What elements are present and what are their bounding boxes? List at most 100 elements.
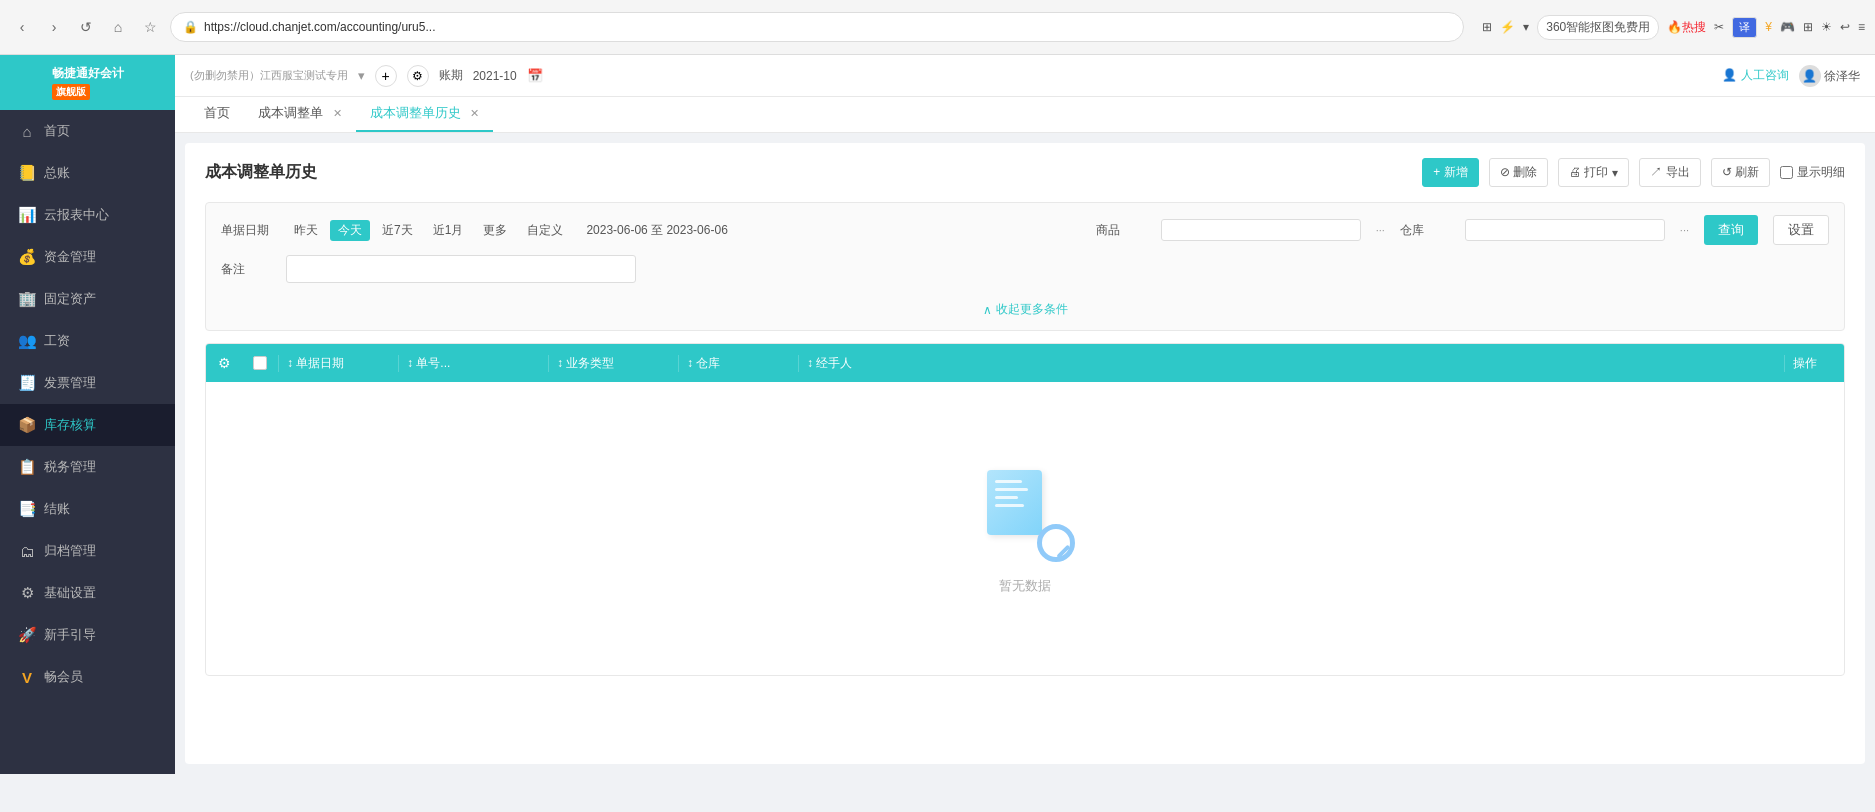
lightning-icon[interactable]: ⚡ (1500, 20, 1515, 34)
show-col-checkbox-input[interactable] (1780, 166, 1793, 179)
print-btn[interactable]: 🖨 打印 ▾ (1558, 158, 1629, 187)
undo-icon[interactable]: ↩ (1840, 20, 1850, 34)
goods-more-btn[interactable]: ··· (1376, 224, 1385, 236)
add-period-btn[interactable]: + (375, 65, 397, 87)
sidebar-item-settle[interactable]: 📑 结账 (0, 488, 175, 530)
sidebar-label-guide: 新手引导 (44, 626, 96, 644)
company-notice: (勿删勿禁用）江西服宝测试专用 (190, 68, 348, 83)
filter-row-1: 单据日期 昨天 今天 近7天 近1月 更多 自定义 2023-06-06 至 2… (221, 215, 1829, 245)
apps-icon[interactable]: ⊞ (1803, 20, 1813, 34)
scissors-icon[interactable]: ✂ (1714, 20, 1724, 34)
sidebar-item-settings[interactable]: ⚙ 基础设置 (0, 572, 175, 614)
shortcut-1month[interactable]: 近1月 (425, 220, 472, 241)
sidebar-item-finance[interactable]: 💰 资金管理 (0, 236, 175, 278)
home-button[interactable]: ⌂ (106, 15, 130, 39)
star-button[interactable]: ☆ (138, 15, 162, 39)
col-date[interactable]: ↕ 单据日期 (278, 355, 398, 372)
calendar-icon[interactable]: 📅 (527, 68, 543, 83)
col-no-label: ↕ 单号... (407, 355, 450, 372)
col-warehouse[interactable]: ↕ 仓库 (678, 355, 798, 372)
search-label[interactable]: 360智能抠图免费用 (1537, 15, 1659, 40)
sidebar-item-assets[interactable]: 🏢 固定资产 (0, 278, 175, 320)
sidebar-logo[interactable]: 畅捷通好会计 旗舰版 (0, 55, 175, 110)
url-text: https://cloud.chanjet.com/accounting/uru… (204, 20, 435, 34)
warehouse-input[interactable] (1465, 219, 1665, 241)
delete-btn[interactable]: ⊘ 删除 (1489, 158, 1548, 187)
sidebar-item-stock[interactable]: 📦 库存核算 (0, 404, 175, 446)
empty-state: 暂无数据 (206, 382, 1844, 675)
stock-icon: 📦 (18, 416, 36, 434)
date-range: 2023-06-06 至 2023-06-06 (586, 222, 727, 239)
set-btn[interactable]: 设置 (1773, 215, 1829, 245)
print-label: 🖨 打印 (1569, 164, 1608, 181)
page-title: 成本调整单历史 (205, 162, 317, 183)
show-col-toggle[interactable]: 显示明细 (1780, 164, 1845, 181)
brightness-icon[interactable]: ☀ (1821, 20, 1832, 34)
tab-close-adjust[interactable]: ✕ (333, 107, 342, 119)
shortcut-today[interactable]: 今天 (330, 220, 370, 241)
main-layout: 畅捷通好会计 旗舰版 ⌂ 首页 📒 总账 📊 云报表中心 💰 资金管理 🏢 固定… (0, 55, 1875, 774)
shortcut-custom[interactable]: 自定义 (519, 220, 571, 241)
empty-text: 暂无数据 (999, 577, 1051, 595)
refresh-btn[interactable]: ↺ 刷新 (1711, 158, 1770, 187)
col-handler[interactable]: ↕ 经手人 (798, 355, 918, 372)
sidebar-item-home[interactable]: ⌂ 首页 (0, 110, 175, 152)
service-btn[interactable]: 👤 人工咨询 (1722, 67, 1788, 84)
nav-tab-home[interactable]: 首页 (190, 96, 244, 132)
settle-icon: 📑 (18, 500, 36, 518)
sidebar-label-settle: 结账 (44, 500, 70, 518)
warehouse-label: 仓库 (1400, 222, 1450, 239)
user-name: 徐泽华 (1824, 69, 1860, 83)
game-icon[interactable]: 🎮 (1780, 20, 1795, 34)
logo-line2: 旗舰版 (52, 84, 90, 100)
new-btn[interactable]: + 新增 (1422, 158, 1478, 187)
tab-close-history[interactable]: ✕ (470, 107, 479, 119)
sidebar-item-invoice[interactable]: 🧾 发票管理 (0, 362, 175, 404)
sidebar-label-settings: 基础设置 (44, 584, 96, 602)
wallet-icon[interactable]: ¥ (1765, 20, 1772, 34)
show-col-label: 显示明细 (1797, 164, 1845, 181)
shortcut-more[interactable]: 更多 (475, 220, 515, 241)
select-all-checkbox[interactable] (253, 356, 267, 370)
url-bar[interactable]: 🔒 https://cloud.chanjet.com/accounting/u… (170, 12, 1464, 42)
remark-input[interactable] (286, 255, 636, 283)
column-gear-icon: ⚙ (218, 355, 231, 371)
guide-icon: 🚀 (18, 626, 36, 644)
shortcut-yesterday[interactable]: 昨天 (286, 220, 326, 241)
sidebar-item-vip[interactable]: V 畅会员 (0, 656, 175, 698)
column-settings-btn[interactable]: ⚙ (206, 355, 242, 371)
top-settings-btn[interactable]: ⚙ (407, 65, 429, 87)
col-handler-label: ↕ 经手人 (807, 355, 852, 372)
lock-icon: 🔒 (183, 20, 198, 34)
dropdown-icon[interactable]: ▾ (1523, 20, 1529, 34)
menu-icon[interactable]: ≡ (1858, 20, 1865, 34)
reload-button[interactable]: ↺ (74, 15, 98, 39)
sidebar-item-reports[interactable]: 📊 云报表中心 (0, 194, 175, 236)
dropdown-arrow[interactable]: ▾ (358, 68, 365, 83)
col-no[interactable]: ↕ 单号... (398, 355, 548, 372)
table-container: ⚙ ↕ 单据日期 ↕ 单号... ↕ 业务类型 ↕ 仓库 (205, 343, 1845, 676)
grid-icon[interactable]: ⊞ (1482, 20, 1492, 34)
warehouse-more-btn[interactable]: ··· (1680, 224, 1689, 236)
shortcut-7days[interactable]: 近7天 (374, 220, 421, 241)
goods-input[interactable] (1161, 219, 1361, 241)
user-btn[interactable]: 👤 徐泽华 (1799, 65, 1860, 87)
select-all-cell[interactable] (242, 356, 278, 370)
forward-button[interactable]: › (42, 15, 66, 39)
col-type[interactable]: ↕ 业务类型 (548, 355, 678, 372)
sidebar-item-archive[interactable]: 🗂 归档管理 (0, 530, 175, 572)
date-shortcuts: 昨天 今天 近7天 近1月 更多 自定义 (286, 220, 571, 241)
export-btn[interactable]: ↗ 导出 (1639, 158, 1700, 187)
nav-tab-adjust[interactable]: 成本调整单 ✕ (244, 96, 356, 132)
nav-tab-history[interactable]: 成本调整单历史 ✕ (356, 96, 494, 132)
sidebar-label-assets: 固定资产 (44, 290, 96, 308)
query-btn[interactable]: 查询 (1704, 215, 1758, 245)
sidebar-item-ledger[interactable]: 📒 总账 (0, 152, 175, 194)
translate-btn[interactable]: 译 (1732, 17, 1757, 38)
collapse-btn[interactable]: ∧ 收起更多条件 (983, 301, 1068, 318)
sidebar-item-salary[interactable]: 👥 工资 (0, 320, 175, 362)
back-button[interactable]: ‹ (10, 15, 34, 39)
sidebar-item-tax[interactable]: 📋 税务管理 (0, 446, 175, 488)
sidebar-item-guide[interactable]: 🚀 新手引导 (0, 614, 175, 656)
sidebar-label-stock: 库存核算 (44, 416, 96, 434)
